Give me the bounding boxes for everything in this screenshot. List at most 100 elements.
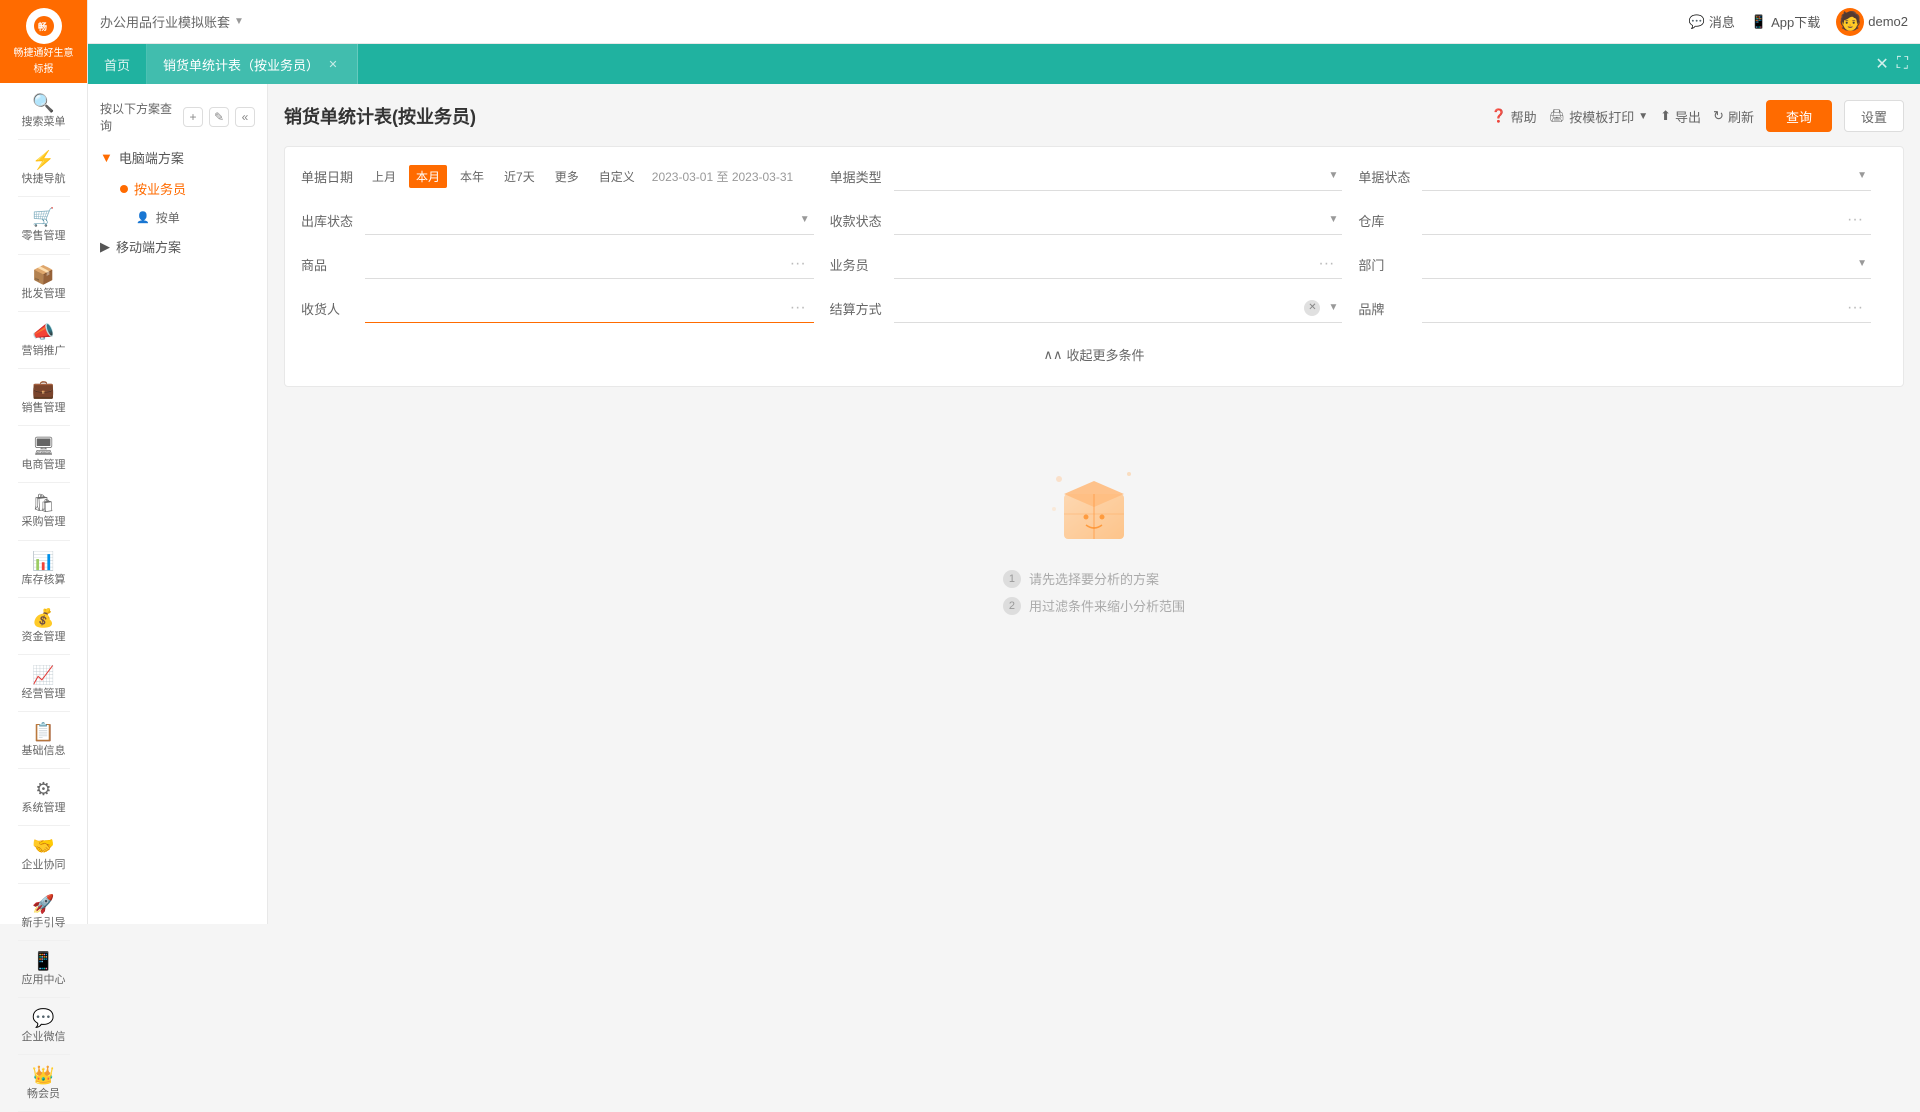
sidebar-item-sales[interactable]: 💼 销售管理 [18, 369, 70, 426]
date-btn-this-year[interactable]: 本年 [453, 165, 491, 188]
sidebar-label-member: 畅会员 [27, 1088, 60, 1101]
date-btn-last-month[interactable]: 上月 [365, 165, 403, 188]
lp-icons: + ✎ « [183, 107, 255, 127]
tab-sales-stat[interactable]: 销货单统计表（按业务员） ✕ [147, 44, 358, 84]
sidebar-label-operations: 经营管理 [22, 688, 66, 701]
empty-step-1: 1 请先选择要分析的方案 [1003, 569, 1185, 588]
tree-desktop-scheme[interactable]: ▼ 电脑端方案 [88, 142, 267, 173]
tab-close-icon[interactable]: ✕ [325, 56, 341, 72]
tree-by-order-item[interactable]: 👤 按单 [124, 204, 267, 231]
doctype-chevron-icon: ▼ [1328, 170, 1338, 181]
warehouse-label: 仓库 [1358, 211, 1414, 230]
scheme-label: 按以下方案查询 [100, 100, 183, 134]
avatar: 🧑 [1836, 8, 1864, 36]
sidebar-item-finance[interactable]: 💰 资金管理 [18, 598, 70, 655]
person-icon: 👤 [136, 211, 150, 224]
message-button[interactable]: 💬 消息 [1689, 12, 1735, 31]
tree-mobile-scheme[interactable]: ▶ 移动端方案 [88, 231, 267, 262]
tab-close-all-icon[interactable]: ✕ [1875, 54, 1888, 74]
app-logo[interactable]: 畅 畅捷通好生意 标报 [0, 0, 87, 83]
step1-text: 请先选择要分析的方案 [1029, 569, 1159, 588]
add-scheme-button[interactable]: + [183, 107, 203, 127]
message-label: 消息 [1709, 12, 1735, 31]
date-btn-this-month[interactable]: 本月 [409, 165, 447, 188]
sidebar-item-purchase[interactable]: 🛍 采购管理 [18, 483, 70, 540]
empty-illustration [1044, 459, 1144, 549]
app-center-icon: 📱 [32, 951, 54, 972]
inventory-icon: 📊 [32, 551, 54, 572]
sidebar-item-base-info[interactable]: 📋 基础信息 [18, 712, 70, 769]
settlement-clear-icon[interactable]: ✕ [1304, 300, 1320, 316]
settings-button[interactable]: 设置 [1844, 100, 1904, 132]
help-button[interactable]: ❓ 帮助 [1490, 107, 1536, 126]
sidebar-item-marketing[interactable]: 📣 营销推广 [18, 312, 70, 369]
dept-select[interactable]: ▼ [1422, 249, 1871, 279]
brand-select[interactable]: ··· [1422, 293, 1871, 323]
docstatus-label: 单据状态 [1358, 167, 1414, 186]
sidebar-item-system[interactable]: ⚙ 系统管理 [18, 769, 70, 826]
filter-salesperson-field: 业务员 ··· [830, 249, 1359, 279]
salesperson-select[interactable]: ··· [894, 249, 1343, 279]
filter-row-4: 收货人 ··· 结算方式 ✕ ▼ [301, 293, 1887, 323]
collapse-panel-button[interactable]: « [235, 107, 255, 127]
doctype-select[interactable]: ▼ [894, 161, 1343, 191]
goods-dots[interactable]: ··· [786, 255, 810, 273]
sidebar-item-newbie[interactable]: 🚀 新手引导 [18, 884, 70, 941]
sidebar-item-member[interactable]: 👑 畅会员 [18, 1055, 70, 1112]
sidebar-item-inventory[interactable]: 📊 库存核算 [18, 541, 70, 598]
recvstatus-select[interactable]: ▼ [894, 205, 1343, 235]
sidebar: 畅 畅捷通好生意 标报 🔍 搜索菜单 ⚡ 快捷导航 🛒 零售管理 📦 批发管理 … [0, 0, 88, 924]
tab-home[interactable]: 首页 [88, 44, 147, 84]
collapse-more-button[interactable]: ∧∧ 收起更多条件 [301, 337, 1887, 372]
edit-scheme-button[interactable]: ✎ [209, 107, 229, 127]
receiver-dots[interactable]: ··· [786, 299, 810, 317]
purchase-icon: 🛍 [32, 493, 55, 514]
sidebar-item-search[interactable]: 🔍 搜索菜单 [18, 83, 70, 140]
sidebar-item-retail[interactable]: 🛒 零售管理 [18, 197, 70, 254]
goods-select[interactable]: ··· [365, 249, 814, 279]
base-info-icon: 📋 [32, 722, 54, 743]
docstatus-select[interactable]: ▼ [1422, 161, 1871, 191]
topbar-title: 办公用品行业模拟账套 [100, 12, 230, 31]
print-button[interactable]: 🖨 按模板打印 ▼ [1549, 107, 1648, 126]
topbar-title-dropdown[interactable]: 办公用品行业模拟账套 ▼ [100, 12, 244, 31]
settlement-select[interactable]: ✕ ▼ [894, 293, 1343, 323]
sidebar-label-app-center: 应用中心 [22, 974, 66, 987]
sidebar-item-quick-nav[interactable]: ⚡ 快捷导航 [18, 140, 70, 197]
svg-text:畅: 畅 [38, 21, 47, 32]
salesperson-label: 按业务员 [134, 179, 186, 198]
empty-step-2: 2 用过滤条件来缩小分析范围 [1003, 596, 1185, 615]
warehouse-dots[interactable]: ··· [1843, 211, 1867, 229]
date-btn-custom[interactable]: 自定义 [592, 165, 642, 188]
outstatus-label: 出库状态 [301, 211, 357, 230]
tree-salesperson-item[interactable]: 按业务员 [108, 173, 267, 204]
dept-chevron-icon: ▼ [1857, 258, 1867, 269]
outstatus-select[interactable]: ▼ [365, 205, 814, 235]
receiver-label: 收货人 [301, 299, 357, 318]
app-download-button[interactable]: 📱 App下载 [1751, 12, 1820, 31]
sidebar-item-enterprise[interactable]: 🤝 企业协同 [18, 826, 70, 883]
user-menu[interactable]: 🧑 demo2 [1836, 8, 1908, 36]
tree-desktop-label: 电脑端方案 [119, 148, 184, 167]
date-btn-more[interactable]: 更多 [548, 165, 586, 188]
sidebar-item-ecommerce[interactable]: 🖥 电商管理 [18, 426, 70, 483]
wholesale-icon: 📦 [32, 265, 54, 286]
filter-recvstatus-field: 收款状态 ▼ [830, 205, 1359, 235]
sidebar-label-ecommerce: 电商管理 [22, 459, 66, 472]
brand-dots[interactable]: ··· [1843, 299, 1867, 317]
salesperson-dots[interactable]: ··· [1314, 255, 1338, 273]
receiver-select[interactable]: ··· [365, 293, 814, 323]
tab-expand-icon[interactable]: ⛶ [1897, 55, 1908, 73]
sidebar-label-sales: 销售管理 [22, 402, 66, 415]
refresh-button[interactable]: ↻ 刷新 [1713, 107, 1754, 126]
phone-icon: 📱 [1751, 14, 1767, 30]
sidebar-item-enterprise-wechat[interactable]: 💬 企业微信 [18, 998, 70, 1055]
retail-icon: 🛒 [32, 207, 54, 228]
query-button[interactable]: 查询 [1766, 100, 1832, 132]
sidebar-item-app-center[interactable]: 📱 应用中心 [18, 941, 70, 998]
date-btn-7days[interactable]: 近7天 [497, 165, 542, 188]
warehouse-select[interactable]: ··· [1422, 205, 1871, 235]
export-button[interactable]: ⬆ 导出 [1660, 107, 1701, 126]
sidebar-item-operations[interactable]: 📈 经营管理 [18, 655, 70, 712]
sidebar-item-wholesale[interactable]: 📦 批发管理 [18, 255, 70, 312]
